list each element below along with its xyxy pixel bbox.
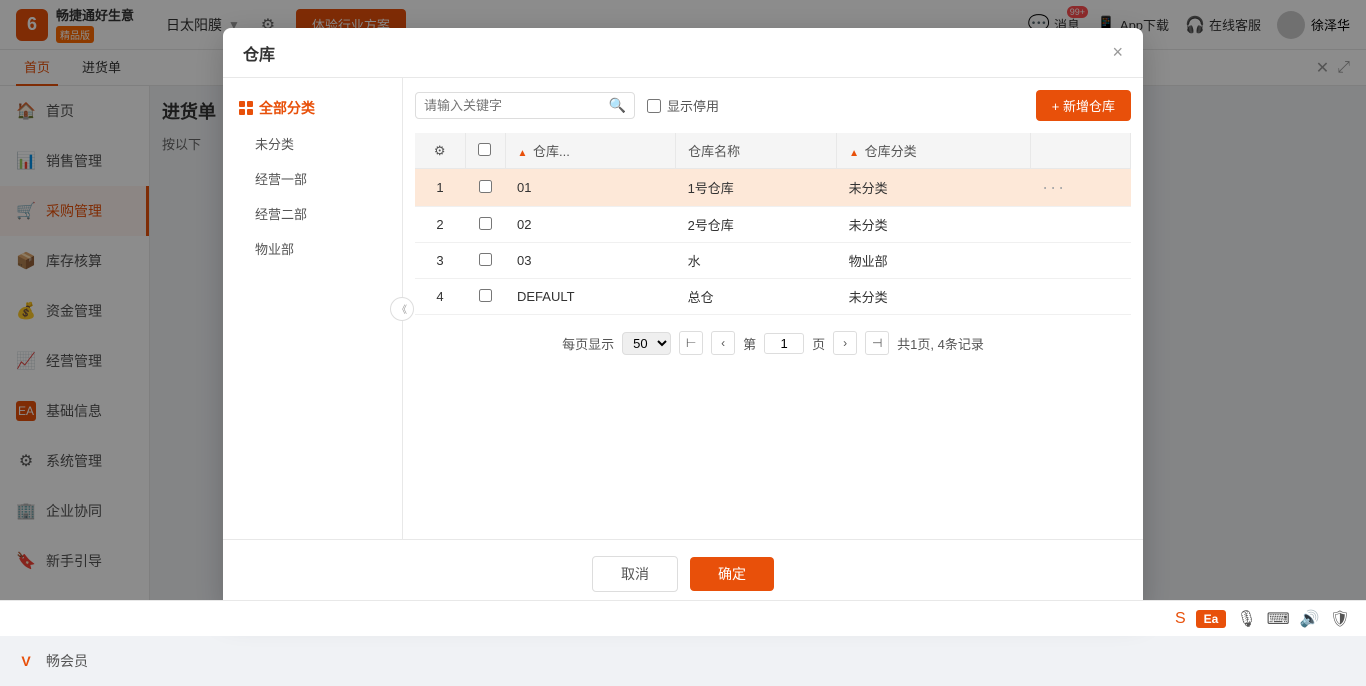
table-row: 3 03 水 物业部 — [415, 243, 1131, 279]
row-code-2: 02 — [505, 207, 676, 243]
row-num-1: 1 — [415, 169, 465, 207]
col-category: ▲ 仓库分类 — [837, 133, 1031, 169]
sidebar-item-vip[interactable]: V 畅会员 — [0, 636, 149, 686]
add-warehouse-button[interactable]: + 新增仓库 — [1036, 90, 1131, 121]
category-unclassified[interactable]: 未分类 — [223, 126, 402, 161]
keyboard-icon[interactable]: ⌨ — [1267, 609, 1290, 629]
row-check-3 — [465, 243, 505, 279]
row-code-3: 03 — [505, 243, 676, 279]
warehouse-modal: 仓库 × 全部分类 未分类 经营一部 经营二部 物业部 — [223, 28, 1143, 608]
row-code-4: DEFAULT — [505, 279, 676, 315]
cancel-button[interactable]: 取消 — [592, 556, 678, 592]
row-code-1: 01 — [505, 169, 676, 207]
row-num-2: 2 — [415, 207, 465, 243]
show-disabled-checkbox[interactable] — [647, 99, 661, 113]
category-dept2[interactable]: 经营二部 — [223, 196, 402, 231]
first-page-button[interactable]: ⊢ — [679, 331, 703, 355]
row-action-4[interactable] — [1030, 279, 1130, 315]
show-disabled-label: 显示停用 — [667, 96, 719, 115]
prev-page-button[interactable]: ‹ — [711, 331, 735, 355]
modal-footer: 取消 确定 — [223, 539, 1143, 608]
mic-icon[interactable]: 🎙 — [1236, 609, 1256, 629]
row-category-4: 未分类 — [837, 279, 1031, 315]
next-page-button[interactable]: › — [833, 331, 857, 355]
table-header: ⚙ ▲ 仓库... 仓库名称 ▲ 仓库分类 — [415, 133, 1131, 169]
row-check-2 — [465, 207, 505, 243]
modal-overlay: 仓库 × 全部分类 未分类 经营一部 经营二部 物业部 — [0, 0, 1366, 636]
search-input[interactable] — [424, 98, 603, 113]
per-page-select[interactable]: 50 — [622, 332, 671, 355]
table-header-row: ⚙ ▲ 仓库... 仓库名称 ▲ 仓库分类 — [415, 133, 1131, 169]
shield-icon[interactable]: 🛡 — [1330, 609, 1350, 629]
modal-header: 仓库 × — [223, 28, 1143, 78]
modal-body: 全部分类 未分类 经营一部 经营二部 物业部 《 🔍 显 — [223, 78, 1143, 539]
col-settings: ⚙ — [415, 133, 465, 169]
vip-icon: V — [16, 651, 36, 671]
row-category-2: 未分类 — [837, 207, 1031, 243]
row-category-1: 未分类 — [837, 169, 1031, 207]
bottom-logo-s: S — [1175, 610, 1186, 628]
modal-title: 仓库 — [243, 41, 275, 65]
warehouse-right-panel: 🔍 显示停用 + 新增仓库 ⚙ ▲ — [403, 78, 1143, 539]
search-icon[interactable]: 🔍 — [609, 97, 626, 114]
page-number-input[interactable] — [764, 333, 804, 354]
row-name-1: 1号仓库 — [676, 169, 837, 207]
row-checkbox-4[interactable] — [479, 289, 492, 302]
category-dept1[interactable]: 经营一部 — [223, 161, 402, 196]
col-checkbox — [465, 133, 505, 169]
row-name-4: 总仓 — [676, 279, 837, 315]
row-name-3: 水 — [676, 243, 837, 279]
row-check-1 — [465, 169, 505, 207]
volume-icon[interactable]: 🔊 — [1300, 609, 1320, 629]
search-row: 🔍 显示停用 + 新增仓库 — [415, 90, 1131, 121]
row-more-icon-1[interactable]: ··· — [1042, 177, 1066, 197]
table-row: 2 02 2号仓库 未分类 — [415, 207, 1131, 243]
col-name: 仓库名称 — [676, 133, 837, 169]
row-category-3: 物业部 — [837, 243, 1031, 279]
select-all-checkbox[interactable] — [478, 143, 491, 156]
row-action-2[interactable] — [1030, 207, 1130, 243]
search-box: 🔍 — [415, 92, 635, 119]
row-action-1[interactable]: ··· — [1030, 169, 1130, 207]
bottom-bar: S Ea 🎙 ⌨ 🔊 🛡 — [0, 600, 1366, 636]
ea-badge: Ea — [1196, 610, 1227, 628]
row-checkbox-3[interactable] — [479, 253, 492, 266]
last-page-button[interactable]: ⊣ — [865, 331, 889, 355]
row-name-2: 2号仓库 — [676, 207, 837, 243]
category-property[interactable]: 物业部 — [223, 231, 402, 266]
category-sort-icon: ▲ — [849, 148, 859, 159]
row-action-3[interactable] — [1030, 243, 1130, 279]
all-categories-item[interactable]: 全部分类 — [223, 90, 402, 126]
show-disabled-option: 显示停用 — [647, 96, 719, 115]
row-num-4: 4 — [415, 279, 465, 315]
collapse-panel-button[interactable]: 《 — [390, 297, 414, 321]
row-checkbox-1[interactable] — [479, 180, 492, 193]
sort-icon: ▲ — [518, 148, 528, 159]
pagination-row: 每页显示 50 ⊢ ‹ 第 页 › ⊣ 共1页, 4条记录 — [415, 331, 1131, 355]
row-check-4 — [465, 279, 505, 315]
modal-close-button[interactable]: × — [1112, 42, 1123, 63]
grid-icon — [239, 101, 253, 115]
table-row: 1 01 1号仓库 未分类 ··· — [415, 169, 1131, 207]
table-row: 4 DEFAULT 总仓 未分类 — [415, 279, 1131, 315]
row-num-3: 3 — [415, 243, 465, 279]
table-body: 1 01 1号仓库 未分类 ··· 2 02 2号仓库 未分类 — [415, 169, 1131, 315]
warehouse-table: ⚙ ▲ 仓库... 仓库名称 ▲ 仓库分类 — [415, 133, 1131, 315]
confirm-button[interactable]: 确定 — [690, 557, 774, 591]
col-code: ▲ 仓库... — [505, 133, 676, 169]
row-checkbox-2[interactable] — [479, 217, 492, 230]
col-actions — [1030, 133, 1130, 169]
category-left-panel: 全部分类 未分类 经营一部 经营二部 物业部 《 — [223, 78, 403, 539]
